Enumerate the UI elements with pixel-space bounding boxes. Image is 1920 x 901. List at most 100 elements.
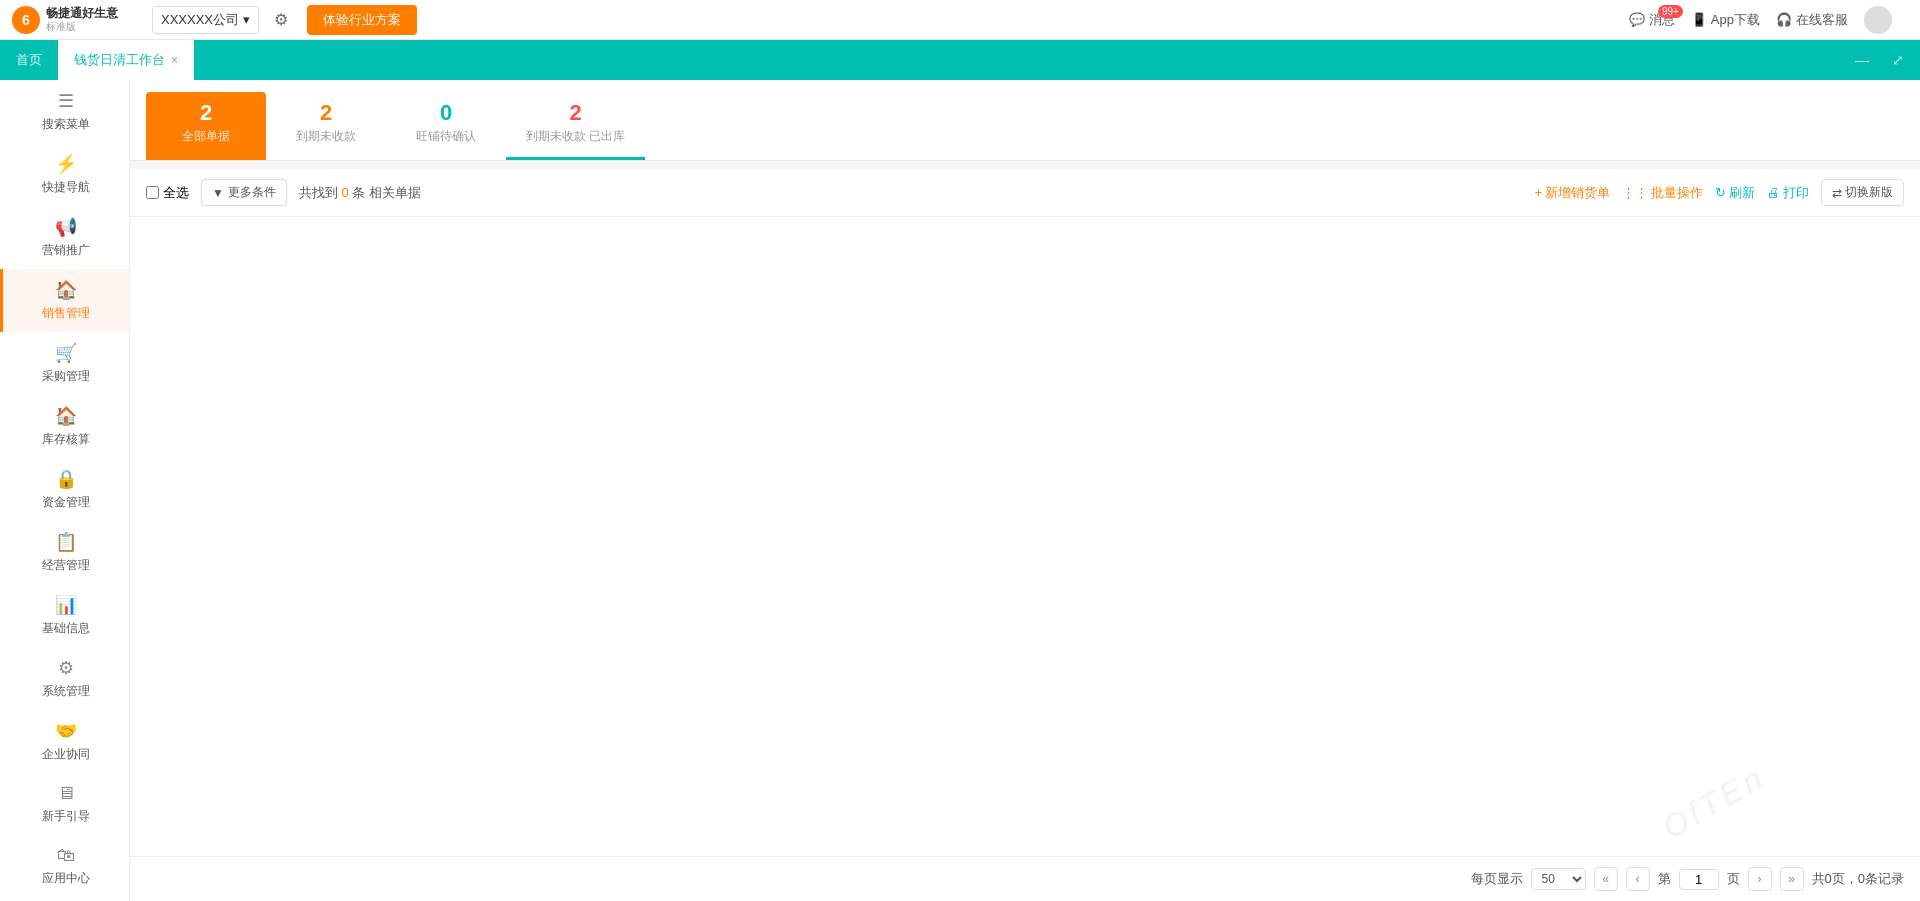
refresh-label: 刷新 [1729, 184, 1755, 202]
sales-icon: 🏠 [55, 279, 77, 301]
logo-text: 畅捷通好生意 标准版 [46, 6, 118, 32]
add-icon: + [1534, 185, 1542, 200]
switch-version-button[interactable]: ⇄ 切换新版 [1821, 179, 1904, 206]
sidebar-item-search-menu[interactable]: ☰ 搜索菜单 [0, 80, 129, 143]
top-bar: 6 畅捷通好生意 标准版 XXXXXX公司 ▾ ⚙ 体验行业方案 💬 消息 99… [0, 0, 1920, 40]
last-page-button[interactable]: » [1780, 867, 1804, 891]
company-selector[interactable]: XXXXXX公司 ▾ [152, 6, 259, 34]
print-label: 打印 [1783, 184, 1809, 202]
messages-badge: 99+ [1658, 5, 1683, 18]
nav-window-controls: — ⤢ [1848, 46, 1920, 74]
found-unit: 条 [352, 185, 365, 200]
gear-button[interactable]: ⚙ [267, 6, 295, 34]
logo-sub: 标准版 [46, 21, 118, 33]
online-service-label: 在线客服 [1796, 11, 1848, 29]
finance-label: 资金管理 [42, 494, 90, 511]
nav-tab-home[interactable]: 首页 [0, 40, 58, 80]
cooperation-label: 企业协同 [42, 746, 90, 763]
basic-info-label: 基础信息 [42, 620, 90, 637]
select-all-area[interactable]: 全选 [146, 184, 189, 202]
stat-tab-overdue-out[interactable]: 2 到期未收款 已出库 [506, 92, 645, 160]
purchase-icon: 🛒 [55, 342, 77, 364]
add-sales-button[interactable]: + 新增销货单 [1534, 184, 1610, 202]
sidebar-item-inventory[interactable]: 🏠 库存核算 [0, 395, 129, 458]
top-right-area: 💬 消息 99+ 📱 App下载 🎧 在线客服 [1629, 6, 1908, 34]
app-download-button[interactable]: 📱 App下载 [1691, 11, 1760, 29]
service-icon: 🎧 [1776, 12, 1792, 27]
finance-icon: 🔒 [55, 468, 77, 490]
sidebar-item-sales[interactable]: 🏠 销售管理 [0, 269, 129, 332]
sidebar-item-basic-info[interactable]: 📊 基础信息 [0, 584, 129, 647]
sidebar-item-app-center[interactable]: 🛍 应用中心 [0, 835, 129, 897]
maximize-icon[interactable]: ⤢ [1884, 46, 1912, 74]
nav-tab-active[interactable]: 钱货日清工作台 × [58, 40, 194, 80]
batch-icon: ⋮⋮ [1622, 185, 1648, 200]
logo-main: 畅捷通好生意 [46, 6, 118, 20]
refresh-icon: ↻ [1715, 185, 1726, 200]
prev-page-button[interactable]: ‹ [1626, 867, 1650, 891]
search-menu-icon: ☰ [58, 90, 74, 112]
total-label: 共0页，0条记录 [1812, 870, 1904, 888]
dropdown-icon: ▾ [243, 12, 250, 27]
trial-button[interactable]: 体验行业方案 [307, 5, 417, 35]
next-page-button[interactable]: › [1748, 867, 1772, 891]
app-download-label: App下载 [1711, 11, 1760, 29]
found-suffix: 相关单据 [369, 185, 421, 200]
page-input[interactable] [1679, 869, 1719, 890]
main-layout: ☰ 搜索菜单 ⚡ 快捷导航 📢 营销推广 🏠 销售管理 🛒 采购管理 🏠 库存核… [0, 80, 1920, 901]
sidebar-item-guide[interactable]: 🖥 新手引导 [0, 773, 129, 835]
stat-tab-overdue[interactable]: 2 到期未收款 [266, 92, 386, 160]
operation-label: 经营管理 [42, 557, 90, 574]
toolbar-right: + 新增销货单 ⋮⋮ 批量操作 ↻ 刷新 🖨 打印 ⇄ 切换新版 [1534, 179, 1904, 206]
sidebar-item-marketing[interactable]: 📢 营销推广 [0, 206, 129, 269]
filter-button[interactable]: ▼ 更多条件 [201, 179, 287, 206]
quick-nav-label: 快捷导航 [42, 179, 90, 196]
stat-all-num: 2 [166, 100, 246, 126]
inventory-icon: 🏠 [55, 405, 77, 427]
sidebar-item-system[interactable]: ⚙ 系统管理 [0, 647, 129, 710]
logo-icon: 6 [12, 6, 40, 34]
avatar[interactable] [1864, 6, 1892, 34]
guide-label: 新手引导 [42, 808, 90, 825]
home-tab-label: 首页 [16, 51, 42, 69]
batch-label: 批量操作 [1651, 184, 1703, 202]
sidebar-item-cooperation[interactable]: 🤝 企业协同 [0, 710, 129, 773]
print-button[interactable]: 🖨 打印 [1767, 184, 1809, 202]
add-label: 新增销货单 [1545, 184, 1610, 202]
switch-icon: ⇄ [1832, 186, 1842, 200]
nav-bar: 首页 钱货日清工作台 × — ⤢ [0, 40, 1920, 80]
minimize-icon[interactable]: — [1848, 46, 1876, 74]
stat-tab-all[interactable]: 2 全部单据 [146, 92, 266, 160]
batch-operation-button[interactable]: ⋮⋮ 批量操作 [1622, 184, 1703, 202]
online-service-button[interactable]: 🎧 在线客服 [1776, 11, 1848, 29]
sidebar-item-purchase[interactable]: 🛒 采购管理 [0, 332, 129, 395]
close-tab-icon[interactable]: × [171, 53, 178, 67]
stat-pending-num: 0 [406, 100, 486, 126]
per-page-select[interactable]: 50 100 200 [1531, 868, 1586, 890]
sidebar-item-weixin[interactable]: 💬 企业微信 [0, 897, 129, 901]
messages-button[interactable]: 💬 消息 99+ [1629, 11, 1675, 29]
quick-nav-icon: ⚡ [55, 153, 77, 175]
stat-overdue-out-label: 到期未收款 已出库 [526, 128, 625, 145]
sidebar-item-operation[interactable]: 📋 经营管理 [0, 521, 129, 584]
sidebar-item-finance[interactable]: 🔒 资金管理 [0, 458, 129, 521]
marketing-icon: 📢 [55, 216, 77, 238]
sidebar-item-quick-nav[interactable]: ⚡ 快捷导航 [0, 143, 129, 206]
sidebar: ☰ 搜索菜单 ⚡ 快捷导航 📢 营销推广 🏠 销售管理 🛒 采购管理 🏠 库存核… [0, 80, 130, 901]
active-tab-label: 钱货日清工作台 [74, 51, 165, 69]
select-all-label: 全选 [163, 184, 189, 202]
found-prefix: 共找到 [299, 185, 338, 200]
select-all-checkbox[interactable] [146, 186, 159, 199]
inventory-label: 库存核算 [42, 431, 90, 448]
company-name: XXXXXX公司 [161, 11, 239, 29]
stat-tab-pending[interactable]: 0 旺铺待确认 [386, 92, 506, 160]
sales-label: 销售管理 [42, 305, 90, 322]
refresh-button[interactable]: ↻ 刷新 [1715, 184, 1755, 202]
system-label: 系统管理 [42, 683, 90, 700]
content-area: 2 全部单据 2 到期未收款 0 旺铺待确认 2 到期未收款 已出库 全选 [130, 80, 1920, 901]
found-text: 共找到 0 条 相关单据 [299, 184, 421, 202]
cooperation-icon: 🤝 [55, 720, 77, 742]
filter-icon: ▼ [212, 186, 224, 200]
first-page-button[interactable]: « [1594, 867, 1618, 891]
app-center-label: 应用中心 [42, 870, 90, 887]
